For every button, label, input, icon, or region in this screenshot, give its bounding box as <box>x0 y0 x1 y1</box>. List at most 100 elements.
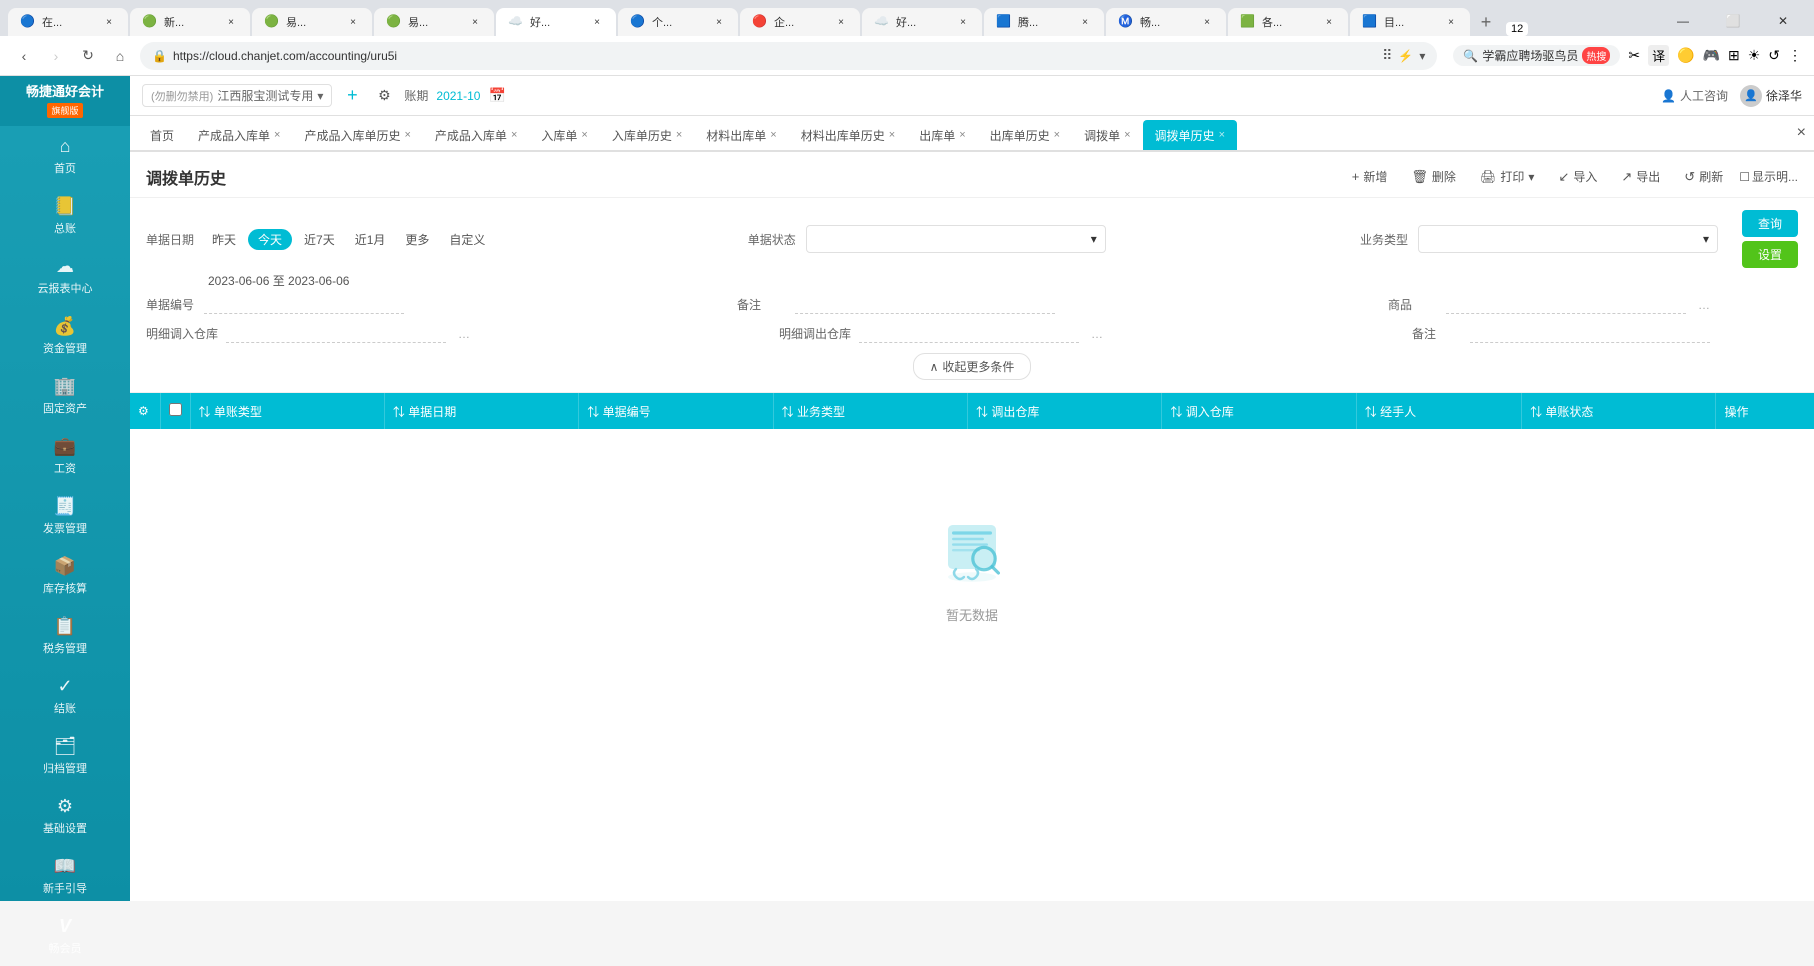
tab-close-9[interactable]: × <box>1078 15 1092 29</box>
close-tab-stock-in-history[interactable]: × <box>676 129 682 141</box>
close-tab-stock-in[interactable]: × <box>581 129 587 141</box>
browser-tab-8[interactable]: ☁️ 好... × <box>862 8 982 36</box>
minimize-button[interactable]: — <box>1660 6 1706 36</box>
date-btn-today[interactable]: 今天 <box>248 229 292 250</box>
close-tab-product-in[interactable]: × <box>274 129 280 141</box>
company-settings-button[interactable]: ⚙ <box>372 84 396 108</box>
detail-in-input[interactable] <box>226 324 446 343</box>
browser-tab-2[interactable]: 🟢 新... × <box>130 8 250 36</box>
service-button[interactable]: 👤 人工咨询 <box>1661 87 1728 104</box>
th-date[interactable]: ⇅ 单据日期 <box>384 393 578 429</box>
dropdown-icon[interactable]: ▾ <box>1419 49 1425 63</box>
status-select[interactable]: ▾ <box>806 225 1106 253</box>
add-company-button[interactable]: + <box>340 84 364 108</box>
refresh-button[interactable]: ↺ 刷新 <box>1676 164 1731 189</box>
browser-tab-4[interactable]: 🟢 易... × <box>374 8 494 36</box>
reload-button[interactable]: ↻ <box>76 44 100 68</box>
sidebar-item-settings[interactable]: ⚙ 基础设置 <box>0 786 130 846</box>
th-order-no[interactable]: ⇅ 单据编号 <box>579 393 773 429</box>
biz-type-select[interactable]: ▾ <box>1418 225 1718 253</box>
sidebar-item-assets[interactable]: 🏢 固定资产 <box>0 366 130 426</box>
sidebar-item-archive[interactable]: 🗂 归档管理 <box>0 726 130 786</box>
browser-tab-7[interactable]: 🔴 企... × <box>740 8 860 36</box>
browser-tab-9[interactable]: 🟦 腾... × <box>984 8 1104 36</box>
sidebar-item-inventory[interactable]: 📦 库存核算 <box>0 546 130 606</box>
delete-button[interactable]: 🗑 删除 <box>1403 164 1464 189</box>
th-status[interactable]: ⇅ 单账状态 <box>1522 393 1716 429</box>
page-tab-out-order[interactable]: 出库单 × <box>907 120 977 150</box>
maximize-button[interactable]: ⬜ <box>1710 6 1756 36</box>
export-button[interactable]: ↗ 导出 <box>1613 164 1668 189</box>
goods-input[interactable] <box>1446 295 1686 314</box>
th-checkbox[interactable] <box>160 393 190 429</box>
company-selector[interactable]: (勿删勿禁用) 江西服宝测试专用 ▾ <box>142 84 332 107</box>
order-no-input[interactable] <box>204 295 404 314</box>
close-tab-product-in2[interactable]: × <box>511 129 517 141</box>
date-btn-yesterday[interactable]: 昨天 <box>204 229 244 250</box>
translate-icon[interactable]: 译 <box>1648 45 1669 66</box>
browser-tab-6[interactable]: 🔵 个... × <box>618 8 738 36</box>
browser-tab-10[interactable]: Ⓜ️ 畅... × <box>1106 8 1226 36</box>
undo-icon[interactable]: ↺ <box>1768 47 1780 64</box>
new-button[interactable]: + 新增 <box>1344 164 1396 189</box>
sidebar-item-settle[interactable]: ✓ 结账 <box>0 666 130 726</box>
date-btn-more[interactable]: 更多 <box>397 229 437 250</box>
sidebar-item-ledger[interactable]: 📒 总账 <box>0 186 130 246</box>
th-gear[interactable]: ⚙ <box>130 393 160 429</box>
close-tab-out-order[interactable]: × <box>959 129 965 141</box>
tab-close-7[interactable]: × <box>834 15 848 29</box>
page-tab-stock-in[interactable]: 入库单 × <box>529 120 599 150</box>
sidebar-item-tax[interactable]: 📋 税务管理 <box>0 606 130 666</box>
close-all-tabs-button[interactable]: × <box>1797 124 1806 142</box>
sidebar-item-reports[interactable]: ☁ 云报表中心 <box>0 246 130 306</box>
th-type[interactable]: ⇅ 单账类型 <box>190 393 384 429</box>
close-tab-out-order-history[interactable]: × <box>1054 129 1060 141</box>
menu-icon[interactable]: ⋮ <box>1788 47 1802 64</box>
close-button[interactable]: ✕ <box>1760 6 1806 36</box>
th-in-warehouse[interactable]: ⇅ 调入仓库 <box>1162 393 1356 429</box>
tab-close-4[interactable]: × <box>468 15 482 29</box>
close-tab-material-out[interactable]: × <box>770 129 776 141</box>
page-tab-product-in[interactable]: 产成品入库单 × <box>186 120 292 150</box>
browser-tab-1[interactable]: 🔵 在... × <box>8 8 128 36</box>
tab-close-12[interactable]: × <box>1444 15 1458 29</box>
page-tab-product-in2[interactable]: 产成品入库单 × <box>423 120 529 150</box>
remark-input[interactable] <box>795 295 1055 314</box>
th-out-warehouse[interactable]: ⇅ 调出仓库 <box>968 393 1162 429</box>
close-tab-material-out-history[interactable]: × <box>889 129 895 141</box>
page-tab-out-order-history[interactable]: 出库单历史 × <box>978 120 1072 150</box>
tab-close-1[interactable]: × <box>102 15 116 29</box>
browser-tab-3[interactable]: 🟢 易... × <box>252 8 372 36</box>
tab-close-6[interactable]: × <box>712 15 726 29</box>
sidebar-item-home[interactable]: ⌂ 首页 <box>0 126 130 186</box>
remark2-input[interactable] <box>1470 324 1710 343</box>
user-button[interactable]: 👤 徐泽华 <box>1740 85 1802 107</box>
th-handler[interactable]: ⇅ 经手人 <box>1356 393 1521 429</box>
show-all-button[interactable]: ☐ 显示明... <box>1739 168 1798 185</box>
browser-tab-5[interactable]: ☁️ 好... × <box>496 8 616 36</box>
select-all-checkbox[interactable] <box>169 403 182 416</box>
page-tab-transfer-history[interactable]: 调拨单历史 × <box>1143 120 1237 150</box>
query-button[interactable]: 查询 <box>1742 210 1798 237</box>
tab-close-8[interactable]: × <box>956 15 970 29</box>
tab-close-2[interactable]: × <box>224 15 238 29</box>
calendar-icon[interactable]: 📅 <box>488 87 505 104</box>
date-btn-custom[interactable]: 自定义 <box>441 229 493 250</box>
tab-close-10[interactable]: × <box>1200 15 1214 29</box>
sidebar-item-invoice[interactable]: 🧾 发票管理 <box>0 486 130 546</box>
sidebar-item-payroll[interactable]: 💼 工资 <box>0 426 130 486</box>
page-tab-home[interactable]: 首页 <box>138 120 186 150</box>
settings-button[interactable]: 设置 <box>1742 241 1798 268</box>
page-tab-transfer[interactable]: 调拨单 × <box>1072 120 1142 150</box>
close-tab-product-in-history[interactable]: × <box>404 129 410 141</box>
sidebar-item-capital[interactable]: 💰 资金管理 <box>0 306 130 366</box>
tab-close-5[interactable]: × <box>590 15 604 29</box>
sidebar-item-member[interactable]: V 畅会员 <box>0 906 130 966</box>
collapse-button[interactable]: ∧ 收起更多条件 <box>913 353 1032 380</box>
new-tab-button[interactable]: + <box>1472 8 1500 36</box>
page-tab-stock-in-history[interactable]: 入库单历史 × <box>600 120 694 150</box>
detail-out-input[interactable] <box>859 324 1079 343</box>
print-button[interactable]: 🖨 打印 ▾ <box>1472 164 1543 189</box>
back-button[interactable]: ‹ <box>12 44 36 68</box>
page-tab-material-out[interactable]: 材料出库单 × <box>694 120 788 150</box>
